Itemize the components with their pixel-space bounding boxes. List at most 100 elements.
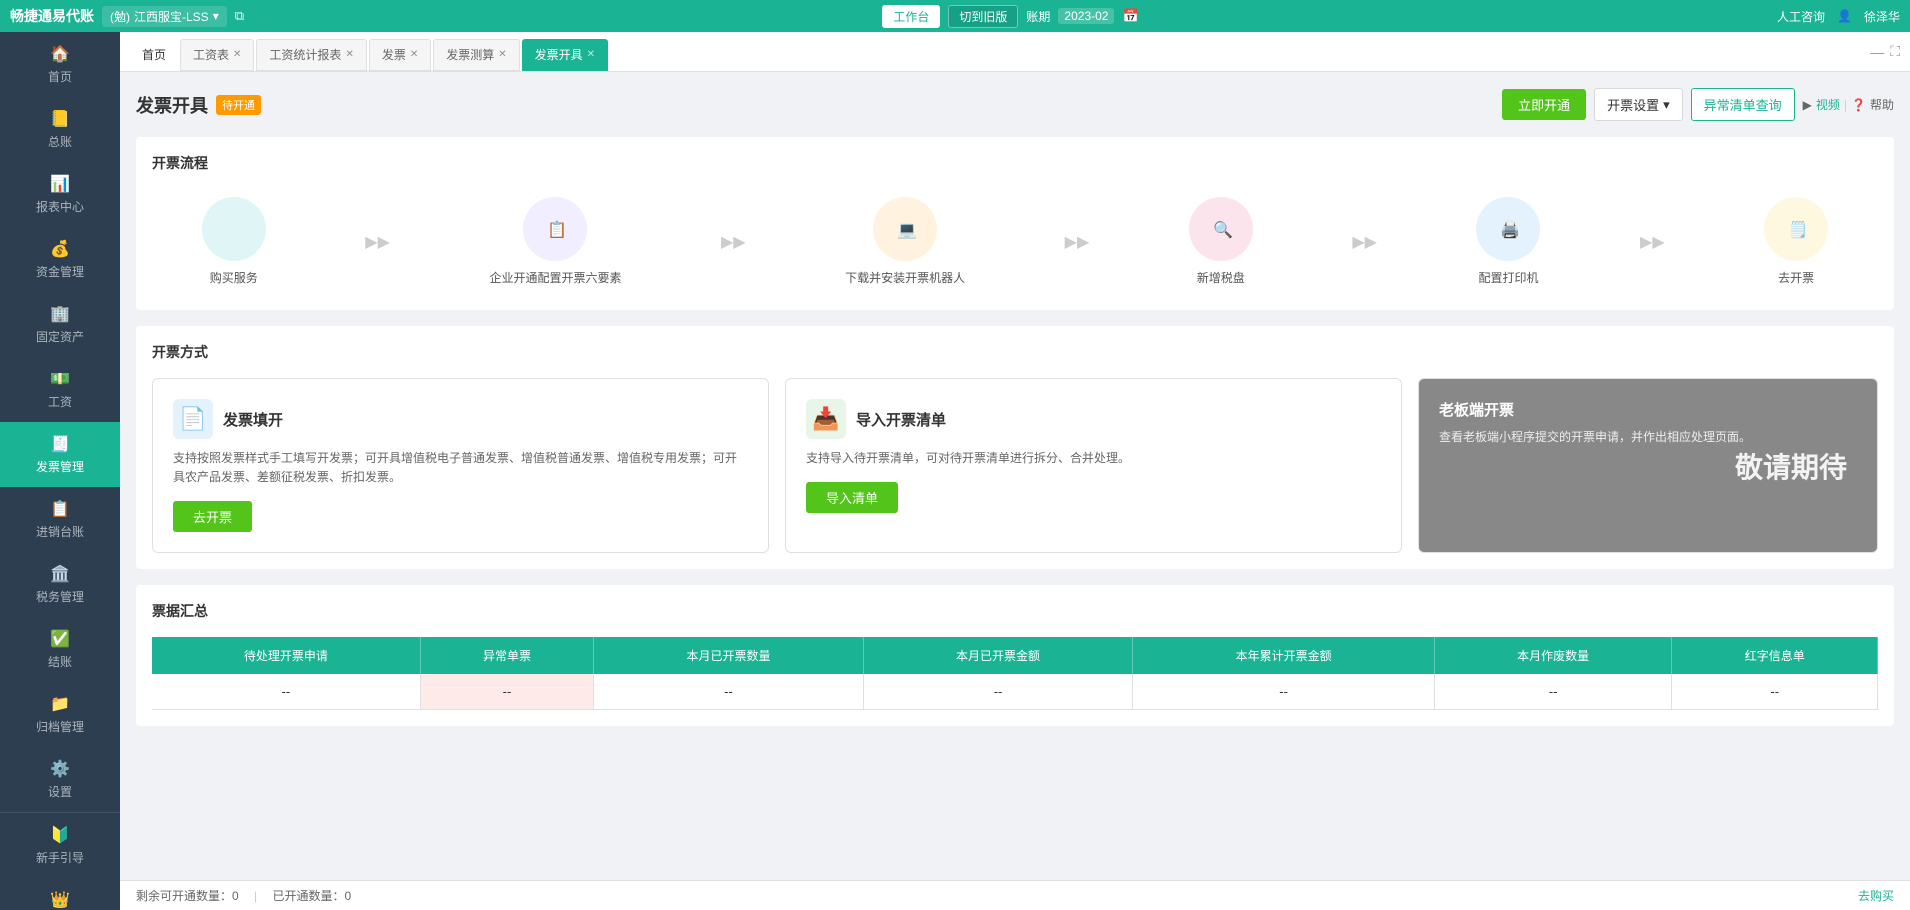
process-steps: 🛒 购买服务 ▶▶ 📋 企业开通配置开票六要素 ▶▶ [152, 189, 1878, 294]
method-card2-header: 📥 导入开票清单 [806, 399, 1381, 439]
support-label[interactable]: 人工咨询 [1777, 8, 1825, 25]
method-title-import: 导入开票清单 [856, 409, 946, 430]
step-arrow-3: ▶▶ [1065, 232, 1090, 252]
sidebar-item-invoice[interactable]: 🧾 发票管理 [0, 422, 120, 487]
open-now-button[interactable]: 立即开通 [1502, 89, 1586, 120]
sidebar-item-funds[interactable]: 💰 资金管理 [0, 227, 120, 292]
val-abnormal: -- [420, 674, 593, 710]
tab-invoice-issue-close[interactable]: ✕ [587, 49, 595, 60]
minimize-icon[interactable]: — [1870, 44, 1884, 60]
sidebar-item-home[interactable]: 🏠 首页 [0, 32, 120, 97]
tab-bar: 首页 工资表 ✕ 工资统计报表 ✕ 发票 ✕ 发票测算 ✕ 发票开具 ✕ [120, 32, 1910, 72]
sidebar-label-reports: 报表中心 [36, 198, 84, 215]
method-title-manual: 发票填开 [223, 409, 283, 430]
top-bar-left: 畅捷通易代账 (勉) 江西服宝-LSS ▾ ⧉ [10, 6, 244, 27]
process-step-4[interactable]: 🔍 新增税盘 [1189, 197, 1253, 286]
ledger-icon: 📒 [50, 109, 70, 129]
sidebar-item-reports[interactable]: 📊 报表中心 [0, 162, 120, 227]
company-name: 江西服宝-LSS [134, 8, 209, 25]
top-bar-right: 人工咨询 👤 徐泽华 [1777, 8, 1900, 25]
col-abnormal: 异常单票 [420, 637, 593, 674]
sidebar-item-payroll[interactable]: 💵 工资 [0, 357, 120, 422]
tab-home[interactable]: 首页 [130, 39, 178, 71]
sidebar-item-purchase-sales[interactable]: 📋 进销台账 [0, 487, 120, 552]
tab-payroll-report[interactable]: 工资统计报表 ✕ [256, 39, 366, 71]
membership-icon: 👑 [50, 890, 70, 910]
period-label: 账期 [1026, 8, 1050, 25]
tab-invoice-issue[interactable]: 发票开具 ✕ [522, 39, 608, 71]
step-label-6: 去开票 [1778, 269, 1814, 286]
tab-payroll-report-close[interactable]: ✕ [345, 49, 353, 60]
col-year-amount: 本年累计开票金额 [1133, 637, 1435, 674]
content-area: 首页 工资表 ✕ 工资统计报表 ✕ 发票 ✕ 发票测算 ✕ 发票开具 ✕ [120, 32, 1910, 910]
step-icon-issue: 🗒️ [1764, 197, 1828, 261]
process-step-1[interactable]: 🛒 购买服务 [202, 197, 266, 286]
open-settings-button[interactable]: 开票设置 ▾ [1594, 88, 1683, 121]
step-icon-printer: 🖨️ [1476, 197, 1540, 261]
user-name: 徐泽华 [1864, 8, 1900, 25]
sidebar-item-settings[interactable]: ⚙️ 设置 [0, 747, 120, 812]
assets-icon: 🏢 [50, 304, 70, 324]
method-card1-header: 📄 发票填开 [173, 399, 748, 439]
calendar-icon[interactable]: 📅 [1122, 8, 1138, 24]
step-label-2: 企业开通配置开票六要素 [489, 269, 621, 286]
video-label[interactable]: 视频 [1816, 96, 1840, 113]
page-title-row: 发票开具 待开通 [136, 92, 261, 118]
workspace-button[interactable]: 工作台 [882, 5, 940, 28]
process-step-6[interactable]: 🗒️ 去开票 [1764, 197, 1828, 286]
period-value: 2023-02 [1058, 8, 1114, 24]
step-arrow-5: ▶▶ [1640, 232, 1665, 252]
tab-payroll[interactable]: 工资表 ✕ [180, 39, 254, 71]
abnormal-query-button[interactable]: 异常清单查询 [1691, 88, 1795, 121]
sidebar-item-fixed-assets[interactable]: 🏢 固定资产 [0, 292, 120, 357]
funds-icon: 💰 [50, 239, 70, 259]
sidebar-item-general-ledger[interactable]: 📒 总账 [0, 97, 120, 162]
sidebar-item-closing[interactable]: ✅ 结账 [0, 617, 120, 682]
guide-icon: 🔰 [50, 825, 70, 845]
maximize-icon[interactable]: ⛶ [1890, 43, 1900, 60]
company-selector[interactable]: (勉) 江西服宝-LSS ▾ [102, 6, 227, 27]
method-card-manual: 📄 发票填开 支持按照发票样式手工填写开发票；可开具增值税电子普通发票、增值税普… [152, 378, 769, 553]
tab-invoice[interactable]: 发票 ✕ [369, 39, 431, 71]
methods-section-title: 开票方式 [152, 342, 1878, 362]
buy-link[interactable]: 去购买 [1858, 887, 1894, 904]
col-void-qty: 本月作废数量 [1434, 637, 1672, 674]
method-btn-import[interactable]: 导入清单 [806, 482, 898, 513]
val-year-amount: -- [1133, 674, 1435, 710]
switch-old-button[interactable]: 切到旧版 [948, 5, 1018, 28]
process-step-5[interactable]: 🖨️ 配置打印机 [1476, 197, 1540, 286]
copy-icon[interactable]: ⧉ [235, 8, 244, 24]
step-icon-configure: 📋 [523, 197, 587, 261]
step-label-5: 配置打印机 [1478, 269, 1538, 286]
tab-invoice-calc-label: 发票测算 [446, 46, 494, 63]
method-btn-manual[interactable]: 去开票 [173, 501, 252, 532]
summary-section-title: 票据汇总 [152, 601, 1878, 621]
val-month-qty: -- [594, 674, 864, 710]
sidebar-label-payroll: 工资 [48, 393, 72, 410]
tab-payroll-close[interactable]: ✕ [233, 49, 241, 60]
sidebar-item-tax[interactable]: 🏛️ 税务管理 [0, 552, 120, 617]
process-step-3[interactable]: 💻 下载并安装开票机器人 [845, 197, 965, 286]
archive-icon: 📁 [50, 694, 70, 714]
methods-section: 开票方式 📄 发票填开 支持按照发票样式手工填写开发票；可开具增值税电子普通发票… [136, 326, 1894, 569]
sidebar-item-guide[interactable]: 🔰 新手引导 [0, 813, 120, 878]
tab-invoice-close[interactable]: ✕ [410, 49, 418, 60]
process-step-2[interactable]: 📋 企业开通配置开票六要素 [489, 197, 621, 286]
summary-row: -- -- -- -- -- -- -- [152, 674, 1878, 710]
help-label[interactable]: 帮助 [1870, 96, 1894, 113]
sidebar-item-membership[interactable]: 👑 畅会员 [0, 878, 120, 910]
step-arrow-4: ▶▶ [1352, 232, 1377, 252]
method-card-import: 📥 导入开票清单 支持导入待开票清单，可对待开票清单进行拆分、合并处理。 导入清… [785, 378, 1402, 553]
col-red-info: 红字信息单 [1672, 637, 1878, 674]
tab-invoice-calc-close[interactable]: ✕ [498, 49, 506, 60]
video-icon: ▶ [1803, 98, 1812, 112]
sidebar-item-archive[interactable]: 📁 归档管理 [0, 682, 120, 747]
val-pending: -- [152, 674, 420, 710]
tab-invoice-calc[interactable]: 发票测算 ✕ [433, 39, 519, 71]
val-red-info: -- [1672, 674, 1878, 710]
invoice-icon: 🧾 [50, 434, 70, 454]
help-icon: ❓ [1851, 98, 1866, 112]
step-icon-tax-disk: 🔍 [1189, 197, 1253, 261]
step-arrow-2: ▶▶ [721, 232, 746, 252]
sidebar-label-purchase-sales: 进销台账 [36, 523, 84, 540]
